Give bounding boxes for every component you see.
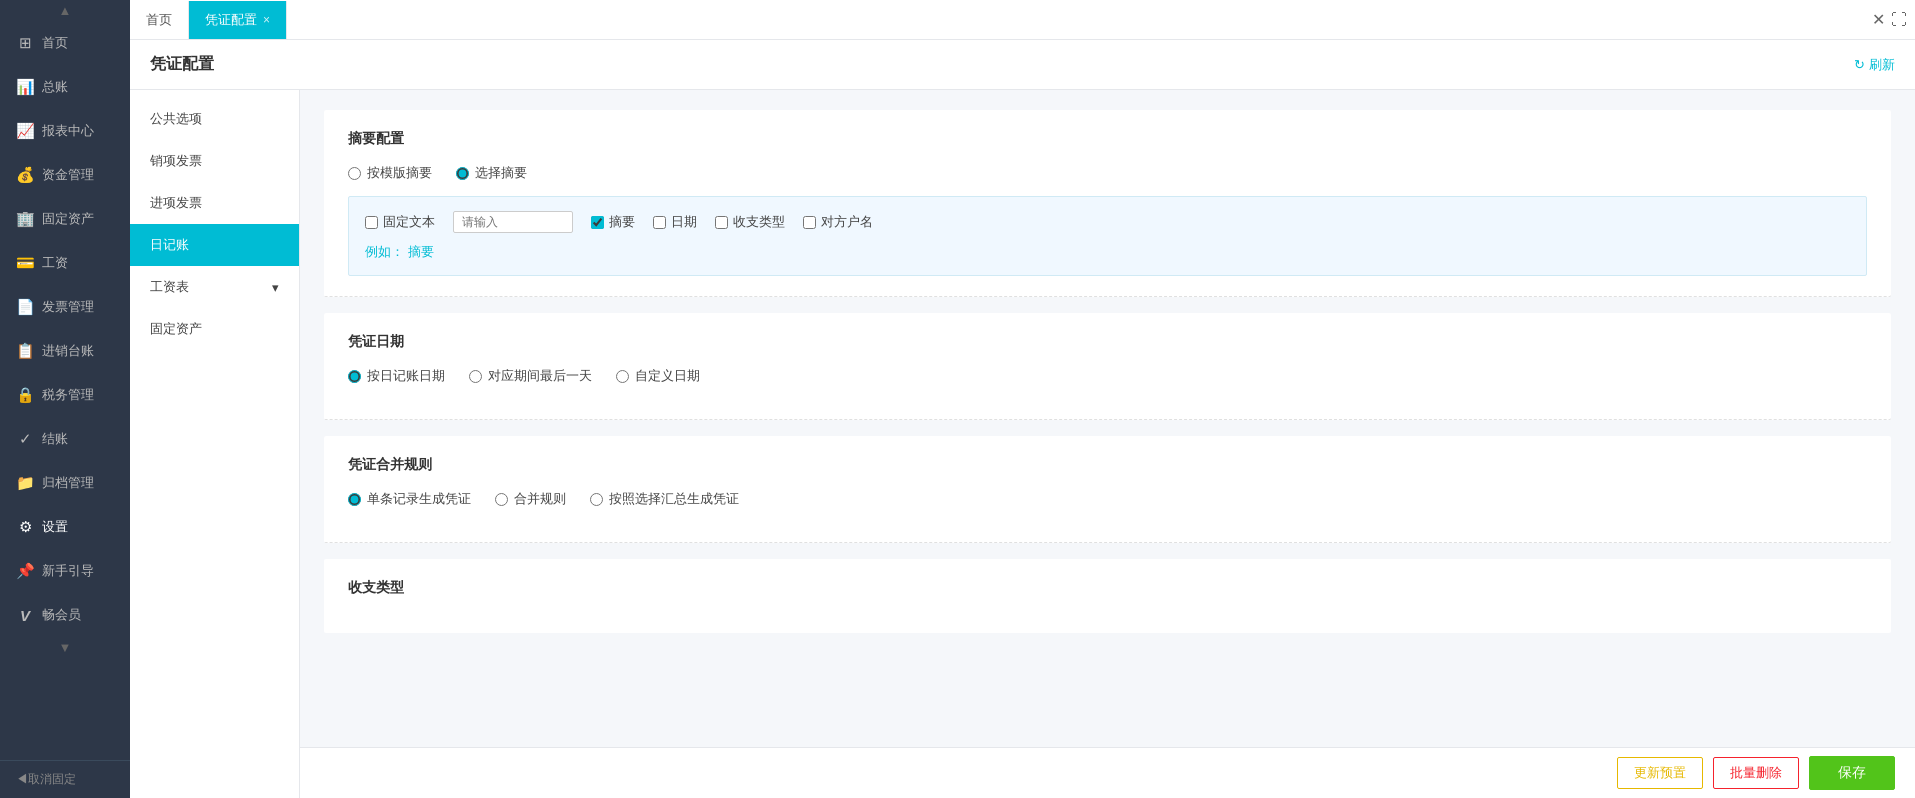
sidebar-item-trading[interactable]: 📋 进销台账 [0, 329, 130, 373]
voucher-date-radio-group: 按日记账日期 对应期间最后一天 自定义日期 [348, 367, 1867, 385]
refresh-icon: ↻ [1854, 57, 1865, 72]
tab-bar: 首页 凭证配置 × ✕ ⛶ [130, 0, 1915, 40]
refresh-button[interactable]: ↻ 刷新 [1854, 56, 1895, 74]
sidebar-item-home[interactable]: ⊞ 首页 [0, 21, 130, 65]
tab-bar-actions: ✕ ⛶ [1872, 10, 1915, 29]
checkbox-fixed-text[interactable]: 固定文本 [365, 213, 435, 231]
radio-journal-date[interactable]: 按日记账日期 [348, 367, 445, 385]
content-layout: 公共选项 销项发票 进项发票 日记账 工资表 ▾ 固定资产 [130, 90, 1915, 798]
tab-voucher-config[interactable]: 凭证配置 × [189, 1, 287, 39]
radio-select-summary[interactable]: 选择摘要 [456, 164, 527, 182]
voucher-date-title: 凭证日期 [348, 333, 1867, 351]
checkbox-counterparty[interactable]: 对方户名 [803, 213, 873, 231]
sidebar-item-reports[interactable]: 📈 报表中心 [0, 109, 130, 153]
guide-icon: 📌 [16, 562, 34, 580]
checkbox-date[interactable]: 日期 [653, 213, 697, 231]
radio-merge-rule[interactable]: 合并规则 [495, 490, 566, 508]
voucher-merge-section: 凭证合并规则 单条记录生成凭证 合并规则 按照选择汇总生成凭证 [324, 436, 1891, 543]
radio-template-summary[interactable]: 按模版摘要 [348, 164, 432, 182]
checkbox-summary[interactable]: 摘要 [591, 213, 635, 231]
update-preview-button[interactable]: 更新预置 [1617, 757, 1703, 789]
left-nav-item-payroll[interactable]: 工资表 ▾ [130, 266, 299, 308]
voucher-merge-title: 凭证合并规则 [348, 456, 1867, 474]
chevron-down-icon: ▾ [272, 280, 279, 295]
window-close-icon[interactable]: ✕ [1872, 10, 1885, 29]
main-area: 首页 凭证配置 × ✕ ⛶ 凭证配置 ↻ 刷新 公共选项 销项发票 进项 [130, 0, 1915, 798]
summary-config-title: 摘要配置 [348, 130, 1867, 148]
sidebar-item-salary[interactable]: 💳 工资 [0, 241, 130, 285]
sidebar-item-tax[interactable]: 🔒 税务管理 [0, 373, 130, 417]
income-type-section: 收支类型 [324, 559, 1891, 633]
sidebar-item-archive[interactable]: 📁 归档管理 [0, 461, 130, 505]
radio-single-record[interactable]: 单条记录生成凭证 [348, 490, 471, 508]
sidebar-item-settings[interactable]: ⚙ 设置 [0, 505, 130, 549]
right-content: 摘要配置 按模版摘要 选择摘要 [300, 90, 1915, 747]
left-nav-item-sales-invoice[interactable]: 销项发票 [130, 140, 299, 182]
tab-close-button[interactable]: × [263, 13, 270, 27]
trading-icon: 📋 [16, 342, 34, 360]
sidebar-item-fixed-assets[interactable]: 🏢 固定资产 [0, 197, 130, 241]
tab-home[interactable]: 首页 [130, 1, 189, 39]
settlement-icon: ✓ [16, 430, 34, 448]
summary-config-section: 摘要配置 按模版摘要 选择摘要 [324, 110, 1891, 297]
ledger-icon: 📊 [16, 78, 34, 96]
page-title: 凭证配置 [150, 54, 214, 75]
archive-icon: 📁 [16, 474, 34, 492]
left-nav: 公共选项 销项发票 进项发票 日记账 工资表 ▾ 固定资产 [130, 90, 300, 798]
batch-delete-button[interactable]: 批量删除 [1713, 757, 1799, 789]
left-nav-item-purchase-invoice[interactable]: 进项发票 [130, 182, 299, 224]
checkbox-income-type[interactable]: 收支类型 [715, 213, 785, 231]
checkbox-row: 固定文本 摘要 日期 [365, 211, 1850, 233]
sidebar-item-guide[interactable]: 📌 新手引导 [0, 549, 130, 593]
salary-icon: 💳 [16, 254, 34, 272]
sidebar-item-funds[interactable]: 💰 资金管理 [0, 153, 130, 197]
sidebar-unpin-button[interactable]: ◀取消固定 [0, 760, 130, 798]
left-nav-item-journal[interactable]: 日记账 [130, 224, 299, 266]
sidebar-item-ledger[interactable]: 📊 总账 [0, 65, 130, 109]
sidebar: ▲ ⊞ 首页 📊 总账 📈 报表中心 💰 资金管理 🏢 固定资产 💳 工资 📄 … [0, 0, 130, 798]
radio-period-last[interactable]: 对应期间最后一天 [469, 367, 592, 385]
voucher-merge-radio-group: 单条记录生成凭证 合并规则 按照选择汇总生成凭证 [348, 490, 1867, 508]
member-icon: V [16, 607, 34, 624]
window-expand-icon[interactable]: ⛶ [1891, 11, 1907, 29]
fixed-text-input[interactable] [453, 211, 573, 233]
radio-summary-generate[interactable]: 按照选择汇总生成凭证 [590, 490, 739, 508]
summary-radio-group: 按模版摘要 选择摘要 [348, 164, 1867, 182]
income-type-title: 收支类型 [348, 579, 1867, 597]
sidebar-scroll-down[interactable]: ▼ [0, 637, 130, 658]
invoice-icon: 📄 [16, 298, 34, 316]
voucher-date-section: 凭证日期 按日记账日期 对应期间最后一天 自定义日期 [324, 313, 1891, 420]
sidebar-scroll-up[interactable]: ▲ [0, 0, 130, 21]
funds-icon: 💰 [16, 166, 34, 184]
sidebar-item-settlement[interactable]: ✓ 结账 [0, 417, 130, 461]
home-icon: ⊞ [16, 34, 34, 52]
settings-icon: ⚙ [16, 518, 34, 536]
sidebar-item-member[interactable]: V 畅会员 [0, 593, 130, 637]
save-button[interactable]: 保存 [1809, 756, 1895, 790]
page-header: 凭证配置 ↻ 刷新 [130, 40, 1915, 90]
fixed-assets-icon: 🏢 [16, 210, 34, 228]
tax-icon: 🔒 [16, 386, 34, 404]
reports-icon: 📈 [16, 122, 34, 140]
summary-example: 例如： 摘要 [365, 243, 1850, 261]
radio-custom-date[interactable]: 自定义日期 [616, 367, 700, 385]
bottom-bar: 更新预置 批量删除 保存 [300, 747, 1915, 798]
left-nav-item-fixed-assets-nav[interactable]: 固定资产 [130, 308, 299, 350]
summary-config-box: 固定文本 摘要 日期 [348, 196, 1867, 276]
sidebar-item-invoice[interactable]: 📄 发票管理 [0, 285, 130, 329]
left-nav-item-public[interactable]: 公共选项 [130, 98, 299, 140]
